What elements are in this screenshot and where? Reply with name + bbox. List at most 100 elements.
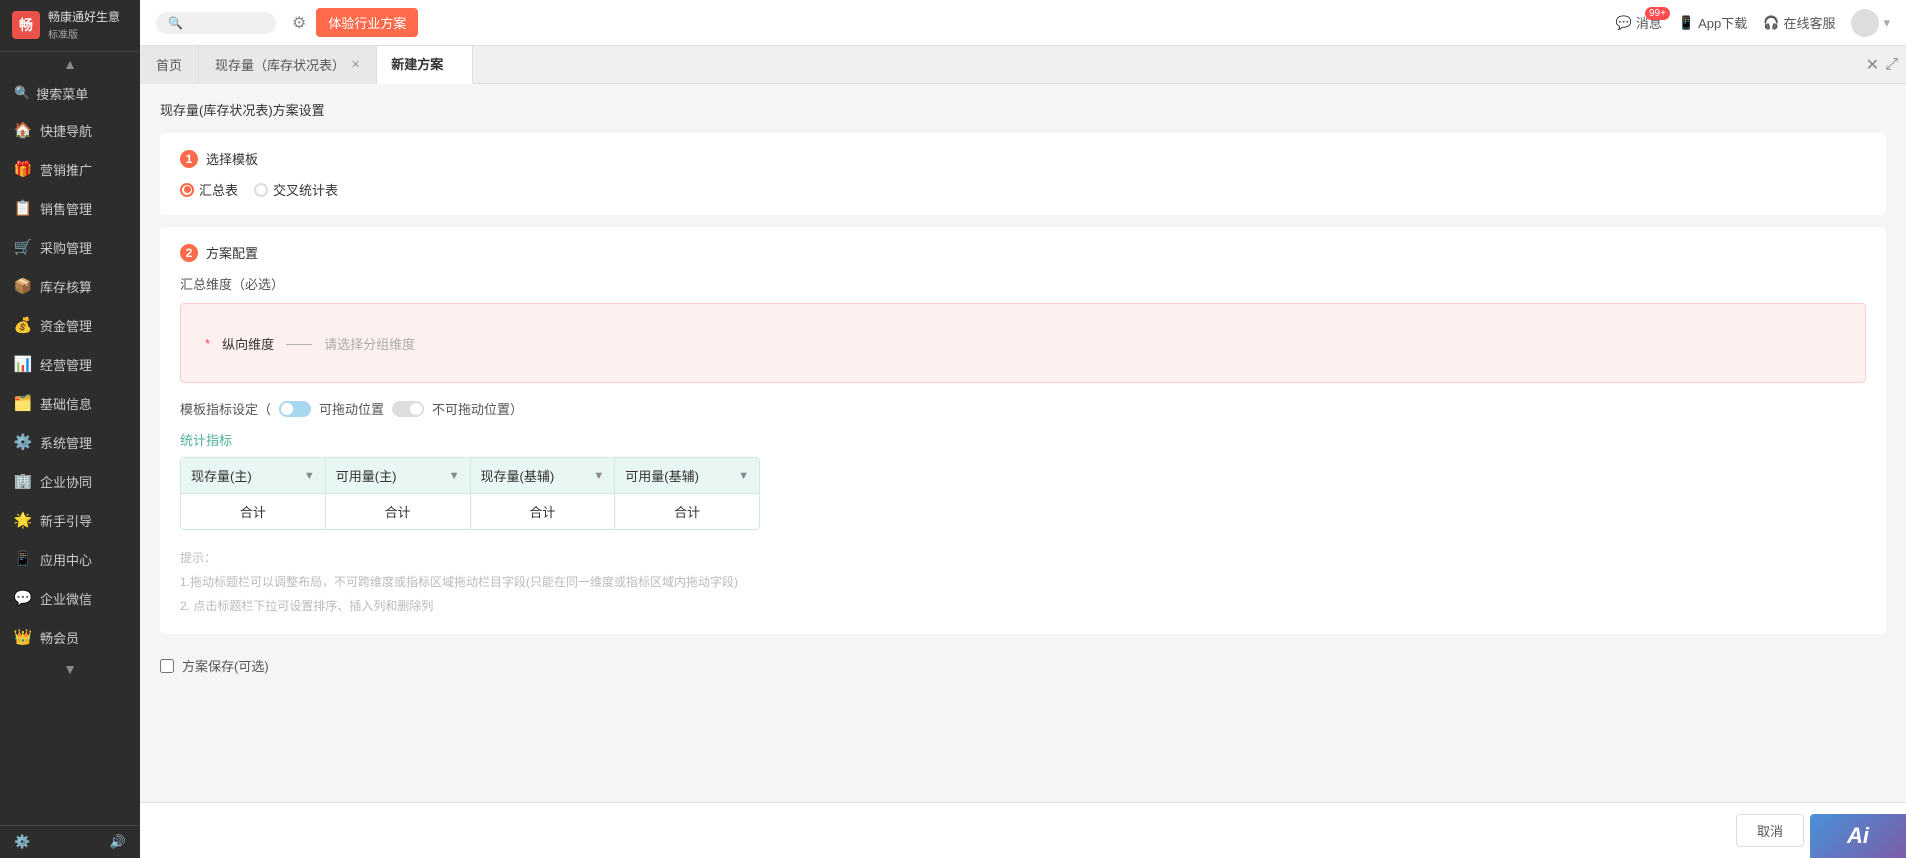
sidebar-item-basic-info[interactable]: 🗂️ 基础信息 xyxy=(0,384,140,423)
tab-new-plan[interactable]: 新建方案 ✕ xyxy=(377,46,473,84)
finance-icon: 💰 xyxy=(14,316,32,334)
topbar-user[interactable]: ▾ xyxy=(1851,9,1890,37)
non-draggable-toggle[interactable] xyxy=(392,401,424,417)
sidebar-item-enterprise[interactable]: 🏢 企业协同 xyxy=(0,462,140,501)
stat-cell-2: 合计 xyxy=(471,494,616,529)
service-label: 在线客服 xyxy=(1783,13,1835,32)
inventory-icon: 📦 xyxy=(14,277,32,295)
industry-btn[interactable]: 体验行业方案 xyxy=(316,8,418,37)
col-2-chevron-icon[interactable]: ▼ xyxy=(593,470,604,482)
stat-table: 现存量(主) ▼ 可用量(主) ▼ 现存量(基辅) ▼ 可用量(基辅) ▼ xyxy=(180,457,760,530)
topbar-gear-icon[interactable]: ⚙ xyxy=(292,13,306,33)
tips-area: 提示： 1.拖动标题栏可以调整布局，不可跨维度或指标区域拖动栏目字段(只能在同一… xyxy=(180,546,1866,618)
tab-new-plan-label: 新建方案 xyxy=(391,54,443,73)
topbar-messages[interactable]: 💬 消息 99+ xyxy=(1616,13,1662,32)
sidebar-item-inventory[interactable]: 📦 库存核算 xyxy=(0,267,140,306)
topbar-app-download[interactable]: 📱 App下载 xyxy=(1678,13,1747,32)
sidebar-logo: 畅 畅康通好生意 标准版 xyxy=(0,0,140,52)
sidebar-search[interactable]: 🔍 搜索菜单 xyxy=(0,76,140,111)
radio-summary-label: 汇总表 xyxy=(199,180,238,199)
stat-col-1[interactable]: 可用量(主) ▼ xyxy=(326,458,471,493)
settings-icon[interactable]: ⚙️ xyxy=(14,834,30,850)
sidebar-label-inventory: 库存核算 xyxy=(40,277,92,296)
ai-badge-label: Ai xyxy=(1847,823,1869,849)
tab-new-plan-close-icon[interactable]: ✕ xyxy=(449,57,458,70)
stat-table-data-row: 合计 合计 合计 合计 xyxy=(181,493,759,529)
sidebar-scroll-up[interactable]: ▲ xyxy=(0,52,140,76)
radio-summary-inner xyxy=(184,186,191,193)
sidebar-item-finance[interactable]: 💰 资金管理 xyxy=(0,306,140,345)
tab-home[interactable]: 首页 xyxy=(140,46,199,84)
stat-col-2[interactable]: 现存量(基辅) ▼ xyxy=(471,458,616,493)
indicator-setting-row: 模板指标设定（ 可拖动位置 不可拖动位置） xyxy=(180,399,1866,418)
radio-cross[interactable]: 交叉统计表 xyxy=(254,180,338,199)
sidebar-item-purchase[interactable]: 🛒 采购管理 xyxy=(0,228,140,267)
step2-label: 方案配置 xyxy=(206,243,258,262)
enterprise-icon: 🏢 xyxy=(14,472,32,490)
sales-icon: 📋 xyxy=(14,199,32,217)
stat-col-2-label: 现存量(基辅) xyxy=(481,466,555,485)
topbar-online-service[interactable]: 🎧 在线客服 xyxy=(1763,13,1835,32)
tab-inventory-close-icon[interactable]: ✕ xyxy=(351,58,360,71)
stat-cell-3: 合计 xyxy=(615,494,759,529)
sidebar-label-newbie: 新手引导 xyxy=(40,511,92,530)
vip-icon: 👑 xyxy=(14,628,32,646)
tips-label: 提示： xyxy=(180,546,1866,570)
app-download-icon: 📱 xyxy=(1678,15,1694,31)
sidebar-item-marketing[interactable]: 🎁 营销推广 xyxy=(0,150,140,189)
ai-badge[interactable]: Ai xyxy=(1810,814,1906,858)
sidebar-item-quick-nav[interactable]: 🏠 快捷导航 xyxy=(0,111,140,150)
stat-section-label: 统计指标 xyxy=(180,430,1866,449)
radio-summary[interactable]: 汇总表 xyxy=(180,180,238,199)
step2-card: 2 方案配置 汇总维度（必选） * 纵向维度 —— 请选择分组维度 模板指标设定… xyxy=(160,227,1886,634)
sidebar-item-newbie[interactable]: 🌟 新手引导 xyxy=(0,501,140,540)
required-star: * xyxy=(205,336,210,351)
topbar-search-icon: 🔍 xyxy=(168,16,183,30)
scroll-down-btn[interactable]: ▼ xyxy=(61,659,79,679)
app-name-block: 畅康通好生意 标准版 xyxy=(48,10,120,41)
cancel-button[interactable]: 取消 xyxy=(1736,814,1804,847)
sidebar-item-app-center[interactable]: 📱 应用中心 xyxy=(0,540,140,579)
sidebar-item-operations[interactable]: 📊 经营管理 xyxy=(0,345,140,384)
main-panel: 🔍 ⚙ 体验行业方案 💬 消息 99+ 📱 App下载 🎧 在线客服 ▾ xyxy=(140,0,1906,858)
page-title: 现存量(库存状况表)方案设置 xyxy=(160,100,1886,119)
sidebar-item-sales[interactable]: 📋 销售管理 xyxy=(0,189,140,228)
scroll-up-btn[interactable]: ▲ xyxy=(61,54,79,74)
search-icon: 🔍 xyxy=(14,85,30,101)
speaker-icon[interactable]: 🔊 xyxy=(110,834,126,850)
template-radio-group: 汇总表 交叉统计表 xyxy=(180,180,1866,199)
draggable-label: 可拖动位置 xyxy=(319,399,384,418)
sidebar-scroll-down[interactable]: ▼ xyxy=(0,657,140,681)
tab-close-all-btn[interactable]: ✕ xyxy=(1866,55,1879,75)
draggable-toggle[interactable] xyxy=(279,401,311,417)
dim-select-placeholder[interactable]: 请选择分组维度 xyxy=(324,334,415,353)
col-0-chevron-icon[interactable]: ▼ xyxy=(304,470,315,482)
save-plan-checkbox[interactable] xyxy=(160,659,174,673)
tabbar: 首页 现存量（库存状况表） ✕ 新建方案 ✕ ✕ ⤢ xyxy=(140,46,1906,84)
stat-col-3[interactable]: 可用量(基辅) ▼ xyxy=(615,458,759,493)
sidebar-item-wechat[interactable]: 💬 企业微信 xyxy=(0,579,140,618)
stat-col-0[interactable]: 现存量(主) ▼ xyxy=(181,458,326,493)
tip-1: 1.拖动标题栏可以调整布局，不可跨维度或指标区域拖动栏目字段(只能在同一维度或指… xyxy=(180,570,1866,594)
wechat-icon: 💬 xyxy=(14,589,32,607)
quick-nav-icon: 🏠 xyxy=(14,121,32,139)
message-icon: 💬 xyxy=(1616,15,1632,31)
dimension-select-area[interactable]: * 纵向维度 —— 请选择分组维度 xyxy=(180,303,1866,383)
content-area: 现存量(库存状况表)方案设置 1 选择模板 汇总表 交叉统计表 xyxy=(140,84,1906,802)
tab-inventory-status[interactable]: 现存量（库存状况表） ✕ xyxy=(199,46,377,84)
col-1-chevron-icon[interactable]: ▼ xyxy=(449,470,460,482)
col-3-chevron-icon[interactable]: ▼ xyxy=(738,470,749,482)
sidebar-item-vip[interactable]: 👑 畅会员 xyxy=(0,618,140,657)
indicator-setting-label: 模板指标设定（ xyxy=(180,399,271,418)
tab-expand-btn[interactable]: ⤢ xyxy=(1885,56,1898,74)
tab-inventory-status-label: 现存量（库存状况表） xyxy=(215,55,345,74)
sidebar-label-system: 系统管理 xyxy=(40,433,92,452)
step1-label: 选择模板 xyxy=(206,149,258,168)
sidebar: 畅 畅康通好生意 标准版 ▲ 🔍 搜索菜单 🏠 快捷导航 🎁 营销推广 📋 销售… xyxy=(0,0,140,858)
stat-col-0-label: 现存量(主) xyxy=(191,466,252,485)
message-badge: 99+ xyxy=(1645,7,1670,20)
sidebar-item-system[interactable]: ⚙️ 系统管理 xyxy=(0,423,140,462)
topbar-search[interactable]: 🔍 xyxy=(156,12,276,34)
system-icon: ⚙️ xyxy=(14,433,32,451)
bottom-bar: 取消 查询 xyxy=(140,802,1906,858)
